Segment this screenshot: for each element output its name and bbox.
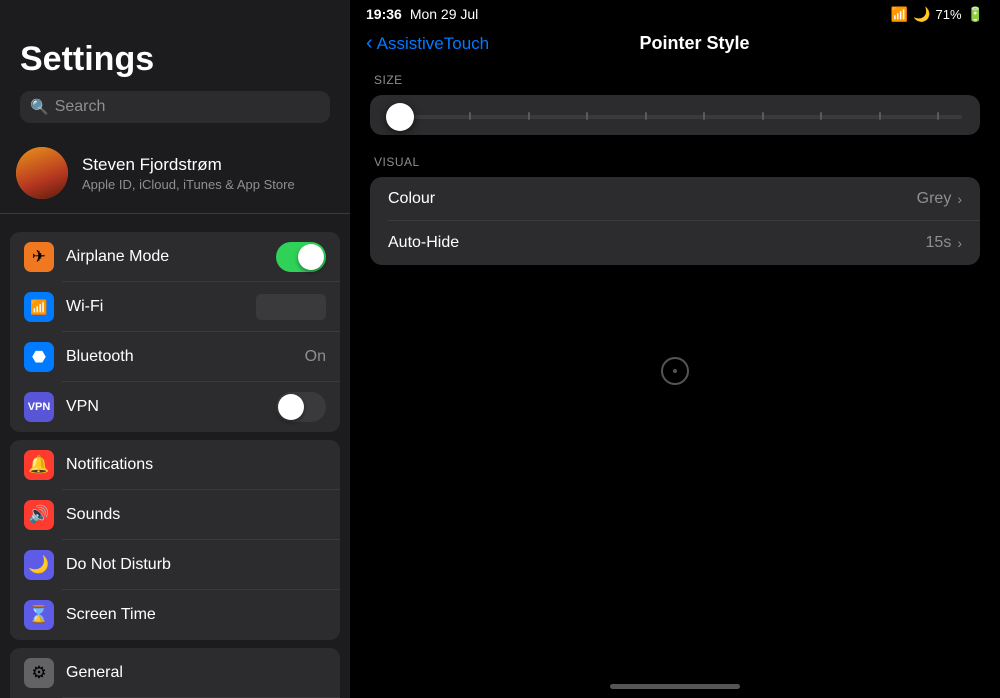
nav-bar: ‹ AssistiveTouch Pointer Style	[350, 28, 1000, 63]
size-label: SIZE	[370, 73, 980, 87]
user-info: Steven Fjordstrøm Apple ID, iCloud, iTun…	[82, 155, 295, 192]
tick-4	[586, 112, 588, 120]
general-icon: ⚙	[24, 658, 54, 688]
general-group: ⚙ General ⊞ Control Centre AA Display & …	[10, 648, 340, 698]
auto-hide-chevron-icon: ›	[957, 235, 962, 251]
airplane-toggle[interactable]	[276, 242, 326, 272]
visual-group: Colour Grey › Auto-Hide 15s ›	[370, 177, 980, 265]
status-time: 19:36	[366, 6, 402, 22]
do-not-disturb-label: Do Not Disturb	[66, 556, 326, 574]
main-content: 19:36 Mon 29 Jul 📶 🌙 71% 🔋 ‹ AssistiveTo…	[350, 0, 1000, 698]
size-section: SIZE	[370, 73, 980, 135]
status-date: Mon 29 Jul	[410, 6, 478, 22]
search-input[interactable]: Search	[55, 98, 106, 116]
colour-label: Colour	[388, 190, 917, 208]
sounds-label: Sounds	[66, 506, 326, 524]
toggle-thumb	[298, 244, 324, 270]
auto-hide-row[interactable]: Auto-Hide 15s ›	[370, 221, 980, 265]
screen-time-icon: ⌛	[24, 600, 54, 630]
sidebar-item-bluetooth[interactable]: ⬣ Bluetooth On	[10, 332, 340, 382]
status-left: 19:36 Mon 29 Jul	[366, 6, 478, 22]
bottom-bar	[350, 678, 1000, 698]
bluetooth-label: Bluetooth	[66, 348, 293, 366]
back-button[interactable]: ‹ AssistiveTouch	[366, 32, 489, 55]
back-label: AssistiveTouch	[377, 34, 489, 54]
slider-track[interactable]	[388, 115, 962, 119]
pointer-dot	[673, 369, 677, 373]
avatar	[16, 147, 68, 199]
sidebar-item-notifications[interactable]: 🔔 Notifications	[10, 440, 340, 490]
general-label: General	[66, 664, 326, 682]
vpn-icon: VPN	[24, 392, 54, 422]
connectivity-group: ✈ Airplane Mode 📶 Wi-Fi ⬣ Bluetooth On	[10, 232, 340, 432]
status-icons: 📶 🌙 71% 🔋	[891, 6, 984, 23]
sounds-icon: 🔊	[24, 500, 54, 530]
bluetooth-icon: ⬣	[24, 342, 54, 372]
tick-10	[937, 112, 939, 120]
avatar-inner	[16, 147, 68, 199]
slider-container	[370, 95, 980, 135]
do-not-disturb-icon: 🌙	[24, 550, 54, 580]
tick-7	[762, 112, 764, 120]
airplane-icon: ✈	[24, 242, 54, 272]
tick-9	[879, 112, 881, 120]
tick-marks	[388, 115, 962, 119]
bluetooth-value: On	[305, 348, 326, 366]
notifications-label: Notifications	[66, 456, 326, 474]
pointer-cursor	[661, 357, 689, 385]
vpn-toggle-thumb	[278, 394, 304, 420]
home-indicator	[610, 684, 740, 689]
colour-value: Grey	[917, 190, 952, 208]
tick-3	[528, 112, 530, 120]
visual-label: VISUAL	[370, 155, 980, 169]
screen-time-label: Screen Time	[66, 606, 326, 624]
sidebar-item-airplane-mode[interactable]: ✈ Airplane Mode	[10, 232, 340, 282]
sidebar-title: Settings	[20, 40, 330, 79]
colour-chevron-icon: ›	[957, 191, 962, 207]
user-name: Steven Fjordstrøm	[82, 155, 295, 175]
sidebar-header: Settings 🔍 Search	[0, 0, 350, 133]
battery-text: 71%	[936, 7, 962, 22]
sidebar: Settings 🔍 Search Steven Fjordstrøm Appl…	[0, 0, 350, 698]
notifications-icon: 🔔	[24, 450, 54, 480]
vpn-label: VPN	[66, 398, 264, 416]
search-bar[interactable]: 🔍 Search	[20, 91, 330, 123]
tick-8	[820, 112, 822, 120]
sidebar-item-sounds[interactable]: 🔊 Sounds	[10, 490, 340, 540]
auto-hide-label: Auto-Hide	[388, 234, 926, 252]
tick-2	[469, 112, 471, 120]
battery-icon: 🔋	[967, 6, 984, 23]
tick-5	[645, 112, 647, 120]
content-area: SIZE	[350, 63, 1000, 678]
sidebar-scroll: ✈ Airplane Mode 📶 Wi-Fi ⬣ Bluetooth On	[0, 214, 350, 698]
user-section[interactable]: Steven Fjordstrøm Apple ID, iCloud, iTun…	[0, 133, 350, 214]
airplane-label: Airplane Mode	[66, 248, 264, 266]
sidebar-item-do-not-disturb[interactable]: 🌙 Do Not Disturb	[10, 540, 340, 590]
wifi-icon: 📶	[24, 292, 54, 322]
visual-section: VISUAL Colour Grey › Auto-Hide 15s ›	[370, 155, 980, 265]
slider-thumb[interactable]	[386, 103, 414, 131]
sidebar-sections: ✈ Airplane Mode 📶 Wi-Fi ⬣ Bluetooth On	[0, 214, 350, 698]
status-bar: 19:36 Mon 29 Jul 📶 🌙 71% 🔋	[350, 0, 1000, 28]
user-subtitle: Apple ID, iCloud, iTunes & App Store	[82, 177, 295, 192]
notifications-group: 🔔 Notifications 🔊 Sounds 🌙 Do Not Distur…	[10, 440, 340, 640]
colour-row[interactable]: Colour Grey ›	[370, 177, 980, 221]
sidebar-item-general[interactable]: ⚙ General	[10, 648, 340, 698]
page-title: Pointer Style	[489, 33, 900, 54]
wifi-label: Wi-Fi	[66, 298, 244, 316]
back-chevron-icon: ‹	[366, 32, 373, 55]
search-icon: 🔍	[30, 98, 49, 116]
sidebar-item-screen-time[interactable]: ⌛ Screen Time	[10, 590, 340, 640]
moon-status-icon: 🌙	[913, 6, 930, 23]
wifi-status-icon: 📶	[891, 6, 908, 23]
sidebar-item-wifi[interactable]: 📶 Wi-Fi	[10, 282, 340, 332]
vpn-toggle[interactable]	[276, 392, 326, 422]
auto-hide-value: 15s	[926, 234, 952, 252]
tick-6	[703, 112, 705, 120]
sidebar-item-vpn[interactable]: VPN VPN	[10, 382, 340, 432]
wifi-value-box	[256, 294, 326, 320]
